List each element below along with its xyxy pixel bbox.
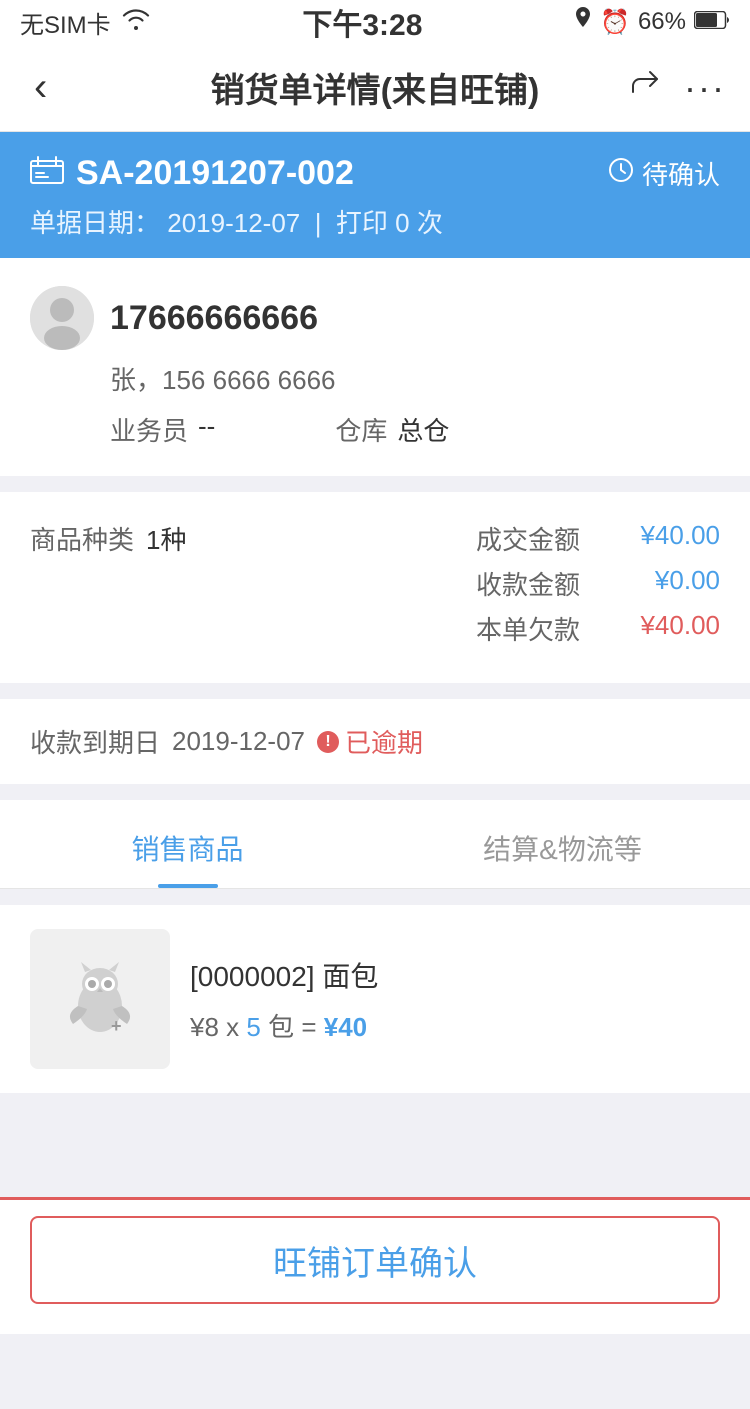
customer-section: 17666666666 张，156 6666 6666 业务员 -- 仓库 总仓 (0, 258, 750, 476)
qty-unit: 包 (268, 1012, 294, 1042)
nav-actions: ··· (630, 67, 726, 109)
product-info: [0000002] 面包 ¥8 x 5 包 = ¥40 (190, 955, 720, 1044)
received-amount-value: ¥0.00 (600, 565, 720, 602)
confirm-order-button[interactable]: 旺铺订单确认 (30, 1216, 720, 1304)
product-thumbnail: + (30, 929, 170, 1069)
alarm-icon: ⏰ (600, 8, 630, 37)
product-qty: 5 (246, 1012, 260, 1042)
page-title: 销货单详情(来自旺铺) (211, 63, 540, 112)
product-price: ¥8 x 5 包 = ¥40 (190, 1007, 720, 1044)
tab-settlement-label: 结算&物流等 (483, 834, 642, 865)
summary-row-received: 收款金额 ¥0.00 (476, 565, 720, 602)
product-name: [0000002] 面包 (190, 955, 720, 995)
salesperson-value: -- (198, 411, 215, 448)
order-date: 单据日期： 2019-12-07 | 打印 0 次 (30, 203, 720, 240)
tabs-section: 销售商品 结算&物流等 (0, 800, 750, 889)
order-status: 待确认 (608, 155, 720, 192)
nav-bar: ‹ 销货单详情(来自旺铺) ··· (0, 44, 750, 132)
status-right: ⏰ 66% (574, 7, 730, 38)
product-total: ¥40 (324, 1012, 367, 1042)
confirm-btn-wrapper: 旺铺订单确认 (0, 1197, 750, 1334)
status-bar: 无SIM卡 下午3:28 ⏰ 66% (0, 0, 750, 44)
warehouse-value: 总仓 (397, 411, 449, 448)
more-button[interactable]: ··· (684, 67, 726, 109)
category-label: 商品种类 (30, 520, 134, 557)
overdue-text: 已逾期 (345, 723, 423, 760)
wifi-icon (121, 8, 151, 37)
multiply-sign: x (226, 1012, 246, 1042)
svg-text:+: + (111, 1016, 122, 1036)
warehouse-label: 仓库 (335, 411, 387, 448)
due-date-label: 收款到期日 (30, 723, 160, 760)
deal-amount-value: ¥40.00 (600, 520, 720, 557)
battery-level: 66% (638, 8, 686, 36)
sim-status: 无SIM卡 (20, 5, 111, 40)
received-amount-label: 收款金额 (476, 565, 580, 602)
customer-phone: 17666666666 (110, 299, 318, 338)
owed-amount-label: 本单欠款 (476, 610, 580, 647)
summary-left: 商品种类 1种 (30, 520, 186, 557)
battery-icon (694, 8, 730, 36)
status-time: 下午3:28 (302, 0, 422, 44)
due-date-section: 收款到期日 2019-12-07 ! 已逾期 (0, 699, 750, 784)
order-header-card: SA-20191207-002 待确认 单据日期： 2019-12-07 | 打… (0, 132, 750, 258)
summary-row-deal: 成交金额 ¥40.00 (476, 520, 720, 557)
summary-section: 商品种类 1种 成交金额 ¥40.00 收款金额 ¥0.00 本单欠款 ¥40.… (0, 492, 750, 683)
product-code: [0000002] (190, 961, 315, 992)
location-icon (574, 7, 592, 38)
owed-amount-value: ¥40.00 (600, 610, 720, 647)
back-button[interactable]: ‹ (24, 65, 57, 110)
order-id-text: SA-20191207-002 (76, 154, 354, 193)
avatar (30, 286, 94, 350)
order-status-text: 待确认 (642, 155, 720, 192)
tab-sales-label: 销售商品 (131, 834, 243, 865)
tab-sales-product[interactable]: 销售商品 (0, 800, 375, 888)
due-date-value: 2019-12-07 (172, 726, 305, 757)
overdue-icon: ! (317, 731, 339, 753)
product-name-text: 面包 (322, 961, 378, 992)
status-clock-icon (608, 157, 634, 190)
order-id: SA-20191207-002 (30, 154, 354, 193)
deal-amount-label: 成交金额 (476, 520, 580, 557)
overdue-badge: ! 已逾期 (317, 723, 423, 760)
share-button[interactable] (630, 69, 660, 107)
order-id-icon (30, 154, 64, 193)
customer-meta: 业务员 -- 仓库 总仓 (110, 411, 720, 448)
salesperson-label: 业务员 (110, 411, 188, 448)
price-unit: ¥8 (190, 1012, 219, 1042)
category-value: 1种 (146, 520, 186, 557)
equals-sign: = (301, 1012, 323, 1042)
customer-name-short: 张，156 6666 6666 (110, 360, 720, 397)
product-item: + [0000002] 面包 ¥8 x 5 包 = ¥40 (0, 905, 750, 1093)
status-left: 无SIM卡 (20, 5, 151, 40)
summary-row-owed: 本单欠款 ¥40.00 (476, 610, 720, 647)
tab-settlement[interactable]: 结算&物流等 (375, 800, 750, 888)
summary-right: 成交金额 ¥40.00 收款金额 ¥0.00 本单欠款 ¥40.00 (476, 520, 720, 655)
